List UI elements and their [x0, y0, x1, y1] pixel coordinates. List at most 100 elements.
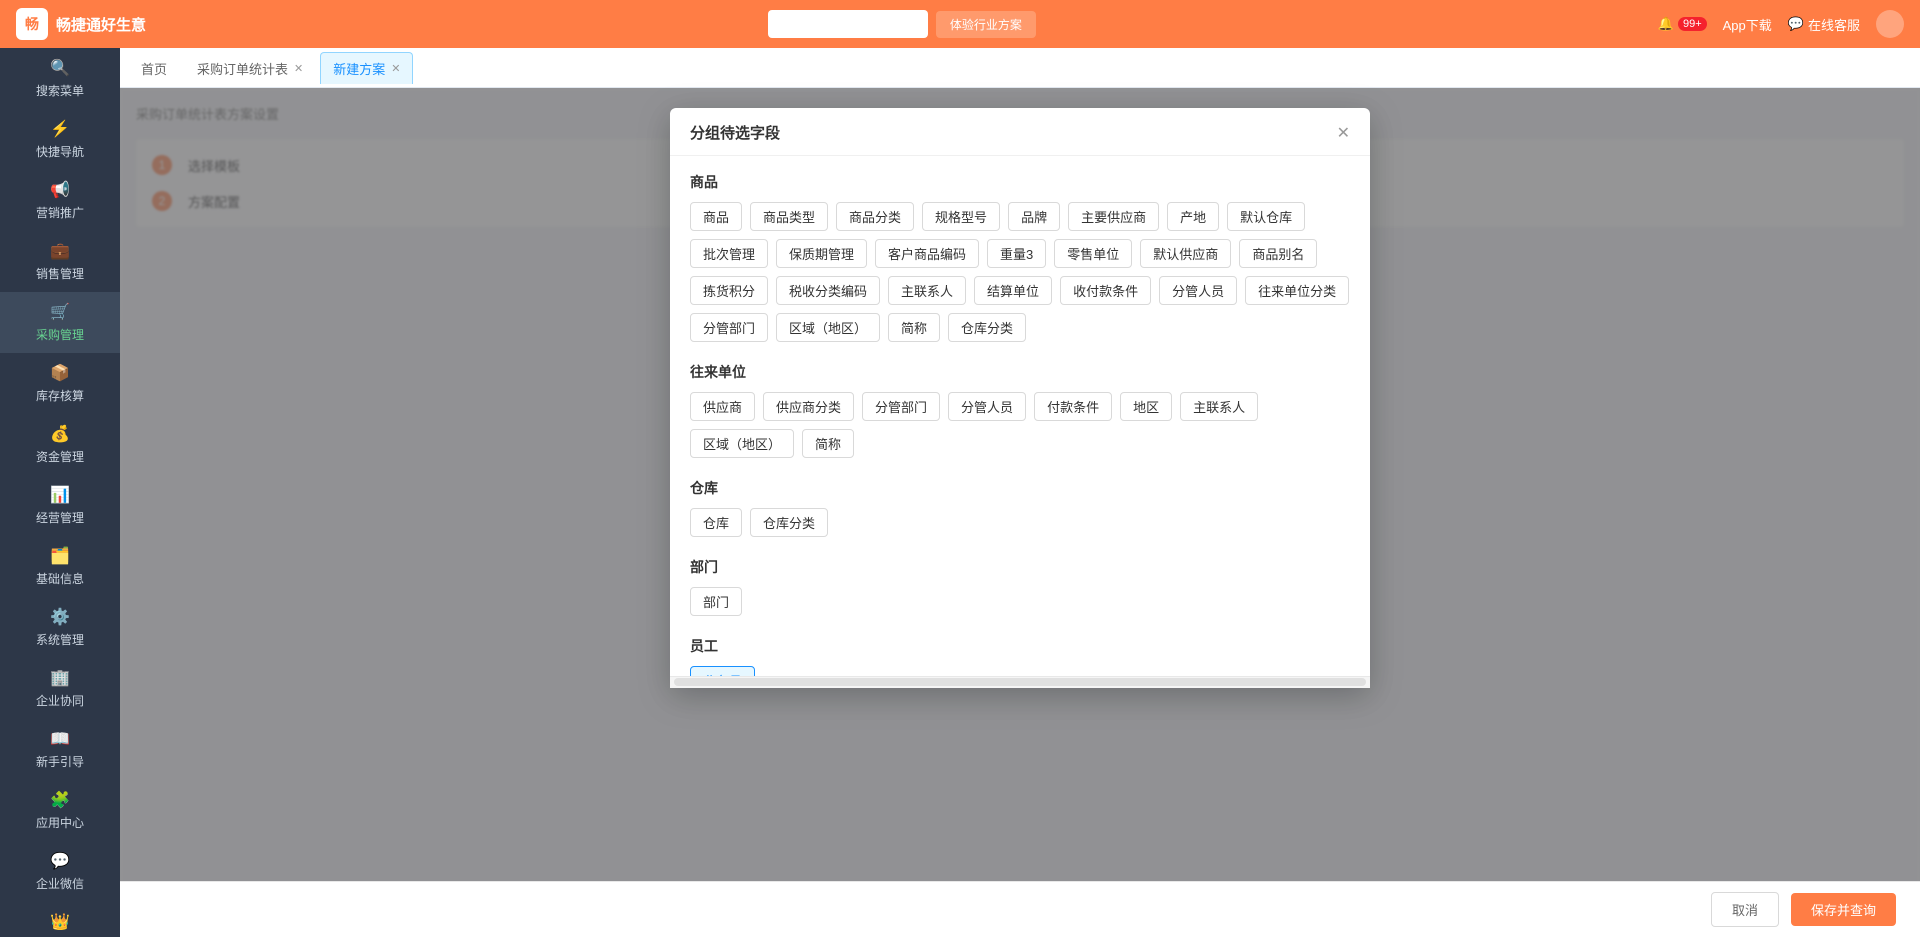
field-tag[interactable]: 往来单位分类	[1245, 276, 1349, 305]
field-tag[interactable]: 默认仓库	[1227, 202, 1305, 231]
field-tag[interactable]: 结算单位	[974, 276, 1052, 305]
field-tag[interactable]: 分管部门	[690, 313, 768, 342]
tab-home[interactable]: 首页	[128, 52, 180, 84]
save-query-button[interactable]: 保存并查询	[1791, 893, 1896, 926]
field-tag[interactable]: 默认供应商	[1140, 239, 1231, 268]
sidebar-item-marketing[interactable]: 📢 营销推广	[0, 170, 120, 231]
sidebar-item-label: 应用中心	[36, 814, 84, 831]
tab-purchase-stat-close[interactable]: ✕	[294, 62, 303, 75]
field-tag[interactable]: 规格型号	[922, 202, 1000, 231]
horizontal-scrollbar[interactable]	[674, 678, 1366, 686]
field-tag[interactable]: 收付款条件	[1060, 276, 1151, 305]
field-tag[interactable]: 简称	[802, 429, 854, 458]
field-tag[interactable]: 重量3	[987, 239, 1046, 268]
field-tag[interactable]: 供应商分类	[763, 392, 854, 421]
service-icon: 💬	[1788, 16, 1804, 32]
search-icon: 🔍	[50, 58, 70, 78]
field-tag[interactable]: 主联系人	[1180, 392, 1258, 421]
product-fields: 商品 商品类型 商品分类 规格型号 品牌 主要供应商 产地 默认仓库 批次管理 …	[690, 202, 1350, 342]
sidebar-item-quick-nav[interactable]: ⚡ 快捷导航	[0, 109, 120, 170]
field-tag[interactable]: 商品分类	[836, 202, 914, 231]
field-tag[interactable]: 商品	[690, 202, 742, 231]
sidebar-item-label: 采购管理	[36, 326, 84, 343]
sidebar-item-base[interactable]: 🗂️ 基础信息	[0, 536, 120, 597]
trial-btn[interactable]: 体验行业方案	[936, 11, 1036, 38]
field-tag-employee[interactable]: 业务员	[690, 666, 755, 676]
modal-scroll-bottom[interactable]	[670, 676, 1370, 688]
header-search: 体验行业方案	[768, 10, 1036, 38]
enterprise-icon: 🏢	[50, 668, 70, 688]
sidebar-item-operations[interactable]: 📊 经营管理	[0, 475, 120, 536]
field-tag[interactable]: 分管部门	[862, 392, 940, 421]
field-tag[interactable]: 分管人员	[948, 392, 1026, 421]
field-tag[interactable]: 地区	[1120, 392, 1172, 421]
field-tag[interactable]: 品牌	[1008, 202, 1060, 231]
sidebar-item-guide[interactable]: 📖 新手引导	[0, 719, 120, 780]
field-tag[interactable]: 拣货积分	[690, 276, 768, 305]
field-tag[interactable]: 保质期管理	[776, 239, 867, 268]
field-tag[interactable]: 商品类型	[750, 202, 828, 231]
modal-overlay: 分组待选字段 ✕ 商品 商品 商品类型 商品分类 规格型号 品牌 主要供应商 产…	[120, 88, 1920, 937]
sidebar-item-sales[interactable]: 💼 销售管理	[0, 231, 120, 292]
field-tag[interactable]: 零售单位	[1054, 239, 1132, 268]
modal-close-btn[interactable]: ✕	[1337, 123, 1350, 143]
sidebar-item-wechat[interactable]: 💬 企业微信	[0, 841, 120, 902]
app-center-icon: 🧩	[50, 790, 70, 810]
user-avatar[interactable]	[1876, 10, 1904, 38]
warehouse-fields: 仓库 仓库分类	[690, 508, 1350, 537]
field-tag[interactable]: 批次管理	[690, 239, 768, 268]
field-tag[interactable]: 供应商	[690, 392, 755, 421]
tab-purchase-stat-label: 采购订单统计表	[197, 59, 288, 78]
field-tag[interactable]: 仓库	[690, 508, 742, 537]
field-tag[interactable]: 仓库分类	[948, 313, 1026, 342]
notification-area[interactable]: 🔔 99+	[1658, 16, 1707, 32]
sidebar-item-system[interactable]: ⚙️ 系统管理	[0, 597, 120, 658]
tab-home-label: 首页	[141, 59, 167, 78]
sidebar-item-label: 搜索菜单	[36, 82, 84, 99]
sidebar-item-label: 企业协同	[36, 692, 84, 709]
section-department: 部门 部门	[690, 557, 1350, 616]
logo-icon: 畅	[16, 8, 48, 40]
field-tag[interactable]: 区域（地区）	[690, 429, 794, 458]
field-tag[interactable]: 产地	[1167, 202, 1219, 231]
app-download[interactable]: App下载	[1723, 15, 1772, 34]
bell-icon: 🔔	[1658, 16, 1674, 32]
field-tag[interactable]: 简称	[888, 313, 940, 342]
field-tag[interactable]: 主联系人	[888, 276, 966, 305]
field-tag[interactable]: 主要供应商	[1068, 202, 1159, 231]
modal-body[interactable]: 商品 商品 商品类型 商品分类 规格型号 品牌 主要供应商 产地 默认仓库 批次…	[670, 156, 1370, 676]
modal-title: 分组待选字段	[690, 122, 780, 143]
field-tag[interactable]: 仓库分类	[750, 508, 828, 537]
department-fields: 部门	[690, 587, 1350, 616]
field-tag[interactable]: 税收分类编码	[776, 276, 880, 305]
tab-new-plan[interactable]: 新建方案 ✕	[320, 52, 413, 84]
sidebar-item-member[interactable]: 👑 畅会员	[0, 902, 120, 937]
marketing-icon: 📢	[50, 180, 70, 200]
cancel-button[interactable]: 取消	[1711, 892, 1779, 927]
sidebar-item-finance[interactable]: 💰 资金管理	[0, 414, 120, 475]
section-warehouse-title: 仓库	[690, 478, 1350, 498]
sidebar-item-label: 企业微信	[36, 875, 84, 892]
field-tag[interactable]: 分管人员	[1159, 276, 1237, 305]
field-tag[interactable]: 付款条件	[1034, 392, 1112, 421]
sidebar-item-inventory[interactable]: 📦 库存核算	[0, 353, 120, 414]
member-icon: 👑	[50, 912, 70, 932]
field-tag[interactable]: 客户商品编码	[875, 239, 979, 268]
online-service[interactable]: 💬 在线客服	[1788, 15, 1860, 34]
logo-text: 畅捷通好生意	[56, 14, 146, 35]
section-warehouse: 仓库 仓库 仓库分类	[690, 478, 1350, 537]
sidebar-item-label: 快捷导航	[36, 143, 84, 160]
sidebar-item-app-center[interactable]: 🧩 应用中心	[0, 780, 120, 841]
tab-new-plan-close[interactable]: ✕	[391, 62, 400, 75]
field-tag[interactable]: 部门	[690, 587, 742, 616]
field-tag[interactable]: 区域（地区）	[776, 313, 880, 342]
sidebar-item-search[interactable]: 🔍 搜索菜单	[0, 48, 120, 109]
header-search-input[interactable]	[768, 10, 928, 38]
tab-purchase-stat[interactable]: 采购订单统计表 ✕	[184, 52, 316, 84]
sidebar-item-purchase[interactable]: 🛒 采购管理	[0, 292, 120, 353]
top-header: 畅 畅捷通好生意 体验行业方案 🔔 99+ App下载 💬 在线客服	[0, 0, 1920, 48]
field-tag[interactable]: 商品别名	[1239, 239, 1317, 268]
section-employee: 员工 业务员	[690, 636, 1350, 676]
sidebar-item-label: 库存核算	[36, 387, 84, 404]
sidebar-item-enterprise[interactable]: 🏢 企业协同	[0, 658, 120, 719]
